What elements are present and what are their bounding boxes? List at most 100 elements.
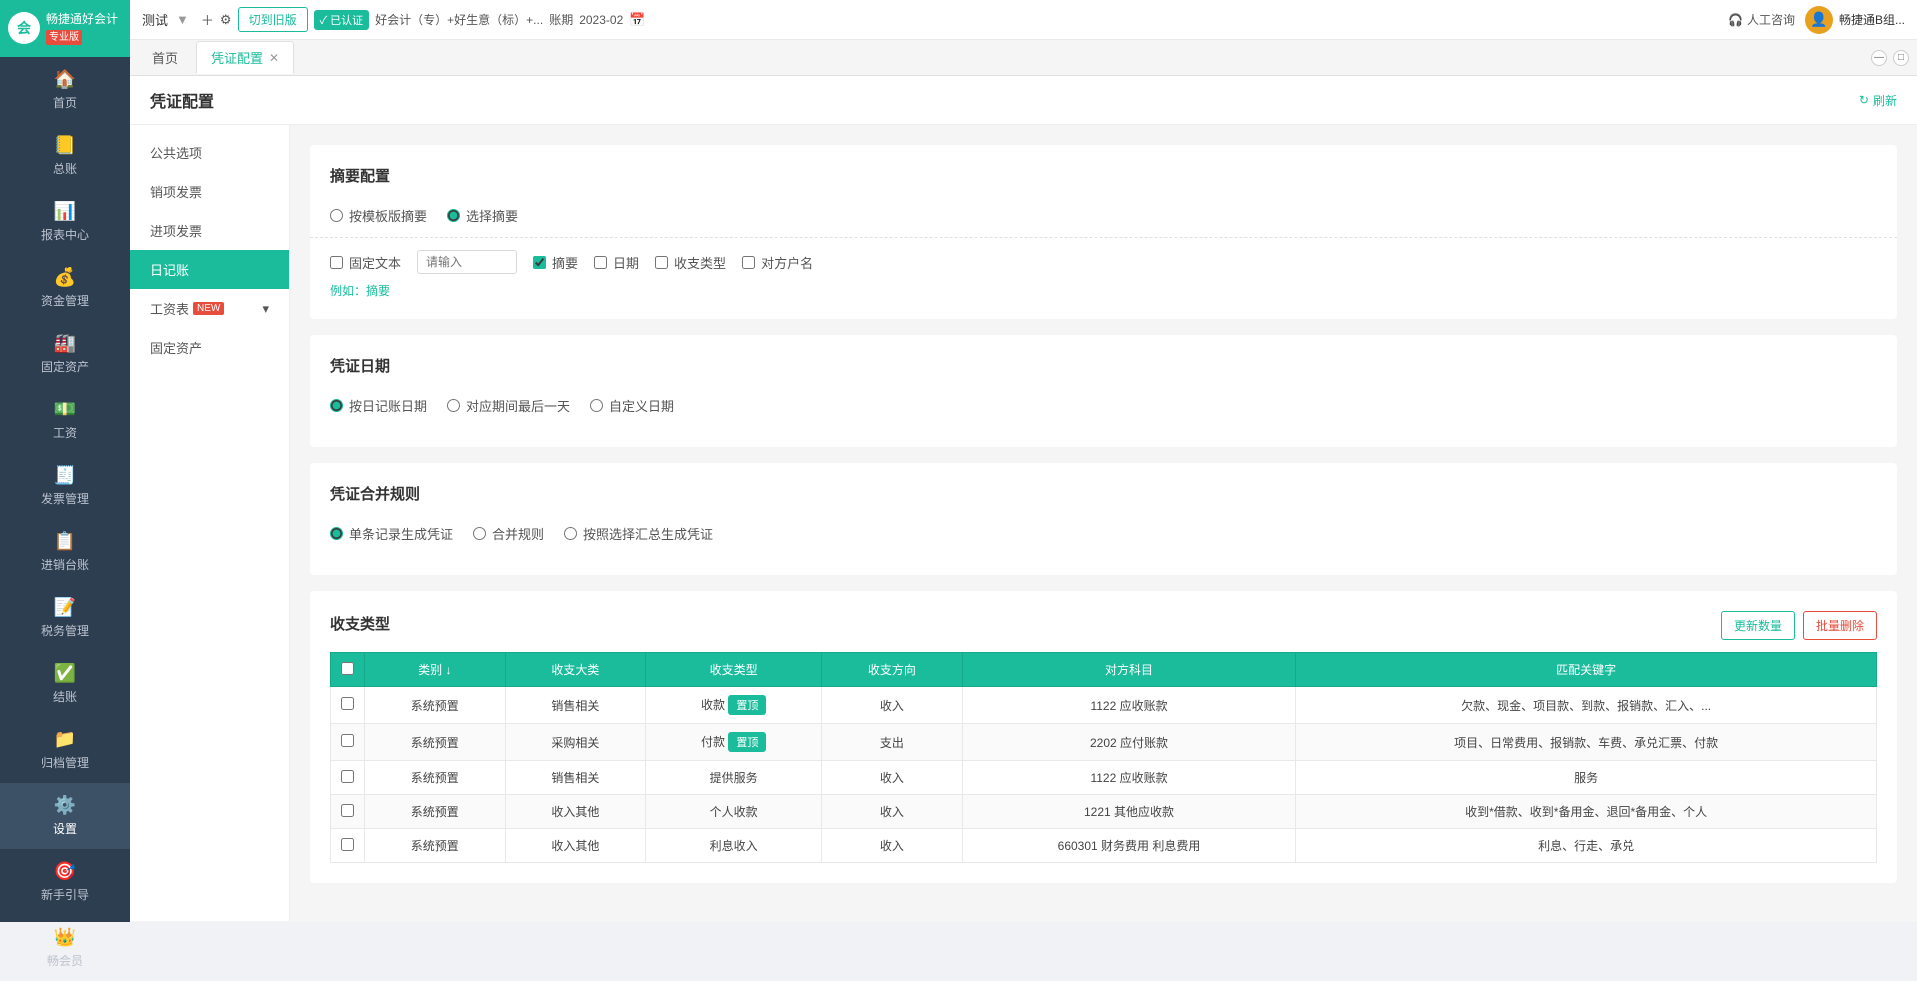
summary-checkbox[interactable]: [533, 256, 546, 269]
new-badge: NEW: [193, 302, 224, 315]
left-menu-item-sales-invoice[interactable]: 销项发票: [130, 172, 289, 211]
fixed-text-input[interactable]: [417, 250, 517, 274]
cell-keywords: 欠款、现金、项目款、到款、报销款、汇入、...: [1296, 687, 1877, 724]
tabbar: 首页 凭证配置 ✕ — □: [130, 40, 1917, 76]
add-icon[interactable]: ＋: [201, 10, 214, 29]
date-checkbox[interactable]: [594, 256, 607, 269]
tab-voucher-config[interactable]: 凭证配置 ✕: [196, 41, 294, 74]
table-row: 系统预置 销售相关 收款 置顶 收入 1122 应收账款 欠款、现金、项目款、到…: [331, 687, 1877, 724]
sidebar-item-fixed-assets[interactable]: 🏭固定资产: [0, 321, 130, 387]
pin-tag-btn[interactable]: 置顶: [728, 732, 766, 752]
template-radio[interactable]: [330, 209, 343, 222]
total-radio[interactable]: [564, 527, 577, 540]
sidebar-item-closing[interactable]: ✅结账: [0, 651, 130, 717]
closing-icon: ✅: [54, 663, 76, 684]
custom-date-radio[interactable]: [590, 399, 603, 412]
table-row: 系统预置 采购相关 付款 置顶 支出 2202 应付账款 项目、日常费用、报销款…: [331, 724, 1877, 761]
minimize-btn[interactable]: —: [1871, 50, 1887, 66]
merge-radio[interactable]: [473, 527, 486, 540]
select-all-checkbox[interactable]: [341, 662, 354, 675]
left-menu-item-fixed-assets[interactable]: 固定资产: [130, 328, 289, 367]
sidebar-item-purchase-sales[interactable]: 📋进销台账: [0, 519, 130, 585]
cell-subject: 1122 应收账款: [962, 761, 1296, 795]
row-checkbox[interactable]: [341, 734, 354, 747]
sidebar-item-member[interactable]: 👑畅会员: [0, 915, 130, 981]
sidebar-item-reports[interactable]: 📊报表中心: [0, 189, 130, 255]
cell-subject: 1122 应收账款: [962, 687, 1296, 724]
fixed-text-checkbox-label[interactable]: 固定文本: [330, 253, 401, 272]
cell-direction: 支出: [822, 724, 963, 761]
journal-date-radio-label[interactable]: 按日记账日期: [330, 396, 427, 415]
summary-checkbox-label[interactable]: 摘要: [533, 253, 578, 272]
tab-home[interactable]: 首页: [138, 42, 192, 73]
single-radio-label[interactable]: 单条记录生成凭证: [330, 524, 453, 543]
batch-delete-btn[interactable]: 批量删除: [1803, 611, 1877, 640]
pin-tag-btn[interactable]: 置顶: [728, 695, 766, 715]
help-btn[interactable]: 🎧 人工咨询: [1728, 11, 1795, 28]
counterpart-checkbox[interactable]: [742, 256, 755, 269]
row-checkbox[interactable]: [341, 838, 354, 851]
switch-old-version-btn[interactable]: 切到旧版: [238, 7, 308, 32]
cell-direction: 收入: [822, 687, 963, 724]
sidebar-item-invoice[interactable]: 🧾发票管理: [0, 453, 130, 519]
chevron-down-icon: ▾: [262, 301, 269, 317]
summary-section-title: 摘要配置: [330, 165, 1877, 190]
sidebar-item-home[interactable]: 🏠首页: [0, 57, 130, 123]
sidebar-item-tax[interactable]: 📝税务管理: [0, 585, 130, 651]
period-last-radio[interactable]: [447, 399, 460, 412]
template-radio-label[interactable]: 按模板版摘要: [330, 206, 427, 225]
row-checkbox[interactable]: [341, 697, 354, 710]
cell-keywords: 利息、行走、承兑: [1296, 829, 1877, 863]
maximize-btn[interactable]: □: [1893, 50, 1909, 66]
total-radio-label[interactable]: 按照选择汇总生成凭证: [564, 524, 713, 543]
journal-date-radio[interactable]: [330, 399, 343, 412]
cell-keywords: 服务: [1296, 761, 1877, 795]
sidebar-item-general-ledger[interactable]: 📒总账: [0, 123, 130, 189]
sidebar-item-settings[interactable]: ⚙️设置: [0, 783, 130, 849]
th-category: 类别 ↓: [365, 653, 506, 687]
voucher-date-title: 凭证日期: [330, 355, 1877, 380]
calendar-icon[interactable]: 📅: [629, 12, 645, 28]
row-checkbox[interactable]: [341, 770, 354, 783]
select-radio-label[interactable]: 选择摘要: [447, 206, 518, 225]
custom-date-radio-label[interactable]: 自定义日期: [590, 396, 674, 415]
left-menu-item-purchase-invoice[interactable]: 进项发票: [130, 211, 289, 250]
counterpart-checkbox-label[interactable]: 对方户名: [742, 253, 813, 272]
cell-major-type: 销售相关: [505, 687, 646, 724]
voucher-date-section: 凭证日期 按日记账日期 对应期间最后一天 自定义日期: [310, 335, 1897, 447]
fixed-text-checkbox[interactable]: [330, 256, 343, 269]
sidebar-item-payroll[interactable]: 💵工资: [0, 387, 130, 453]
income-type-checkbox[interactable]: [655, 256, 668, 269]
period-last-radio-label[interactable]: 对应期间最后一天: [447, 396, 570, 415]
settings-gear-icon[interactable]: ⚙: [220, 12, 232, 28]
certified-badge: ✓ 已认证: [314, 10, 370, 30]
settings-icon: ⚙️: [54, 795, 76, 816]
company-dropdown-icon[interactable]: ▼: [176, 12, 189, 27]
left-menu-item-public[interactable]: 公共选项: [130, 133, 289, 172]
period-label: 账期: [549, 11, 573, 28]
update-quantity-btn[interactable]: 更新数量: [1721, 611, 1795, 640]
date-checkbox-label[interactable]: 日期: [594, 253, 639, 272]
sidebar-item-archive[interactable]: 📁归档管理: [0, 717, 130, 783]
row-checkbox[interactable]: [341, 804, 354, 817]
refresh-icon: ↻: [1859, 93, 1869, 107]
summary-checkbox-row: 固定文本 摘要 日期 收支类型: [330, 250, 1877, 274]
cell-category: 系统预置: [365, 687, 506, 724]
left-menu-item-payroll[interactable]: 工资表 NEW ▾: [130, 289, 289, 328]
user-menu[interactable]: 👤 畅捷通B组...: [1805, 6, 1905, 34]
refresh-btn[interactable]: ↻ 刷新: [1859, 92, 1897, 109]
archive-icon: 📁: [54, 729, 76, 750]
tab-close-btn[interactable]: ✕: [269, 51, 279, 65]
sidebar-item-guide[interactable]: 🎯新手引导: [0, 849, 130, 915]
income-type-checkbox-label[interactable]: 收支类型: [655, 253, 726, 272]
cell-direction: 收入: [822, 829, 963, 863]
select-radio[interactable]: [447, 209, 460, 222]
sidebar-item-funds[interactable]: 💰资金管理: [0, 255, 130, 321]
left-menu-item-journal[interactable]: 日记账: [130, 250, 289, 289]
product-tags: 好会计（专）+好生意（标）+...: [375, 11, 543, 28]
single-radio[interactable]: [330, 527, 343, 540]
sidebar: 会 畅捷通好会计 专业版 🏠首页 📒总账 📊报表中心 💰资金管理 🏭固定资产 💵…: [0, 0, 130, 922]
merge-radio-label[interactable]: 合并规则: [473, 524, 544, 543]
voucher-date-radio-group: 按日记账日期 对应期间最后一天 自定义日期: [330, 396, 1877, 415]
cell-category: 系统预置: [365, 829, 506, 863]
